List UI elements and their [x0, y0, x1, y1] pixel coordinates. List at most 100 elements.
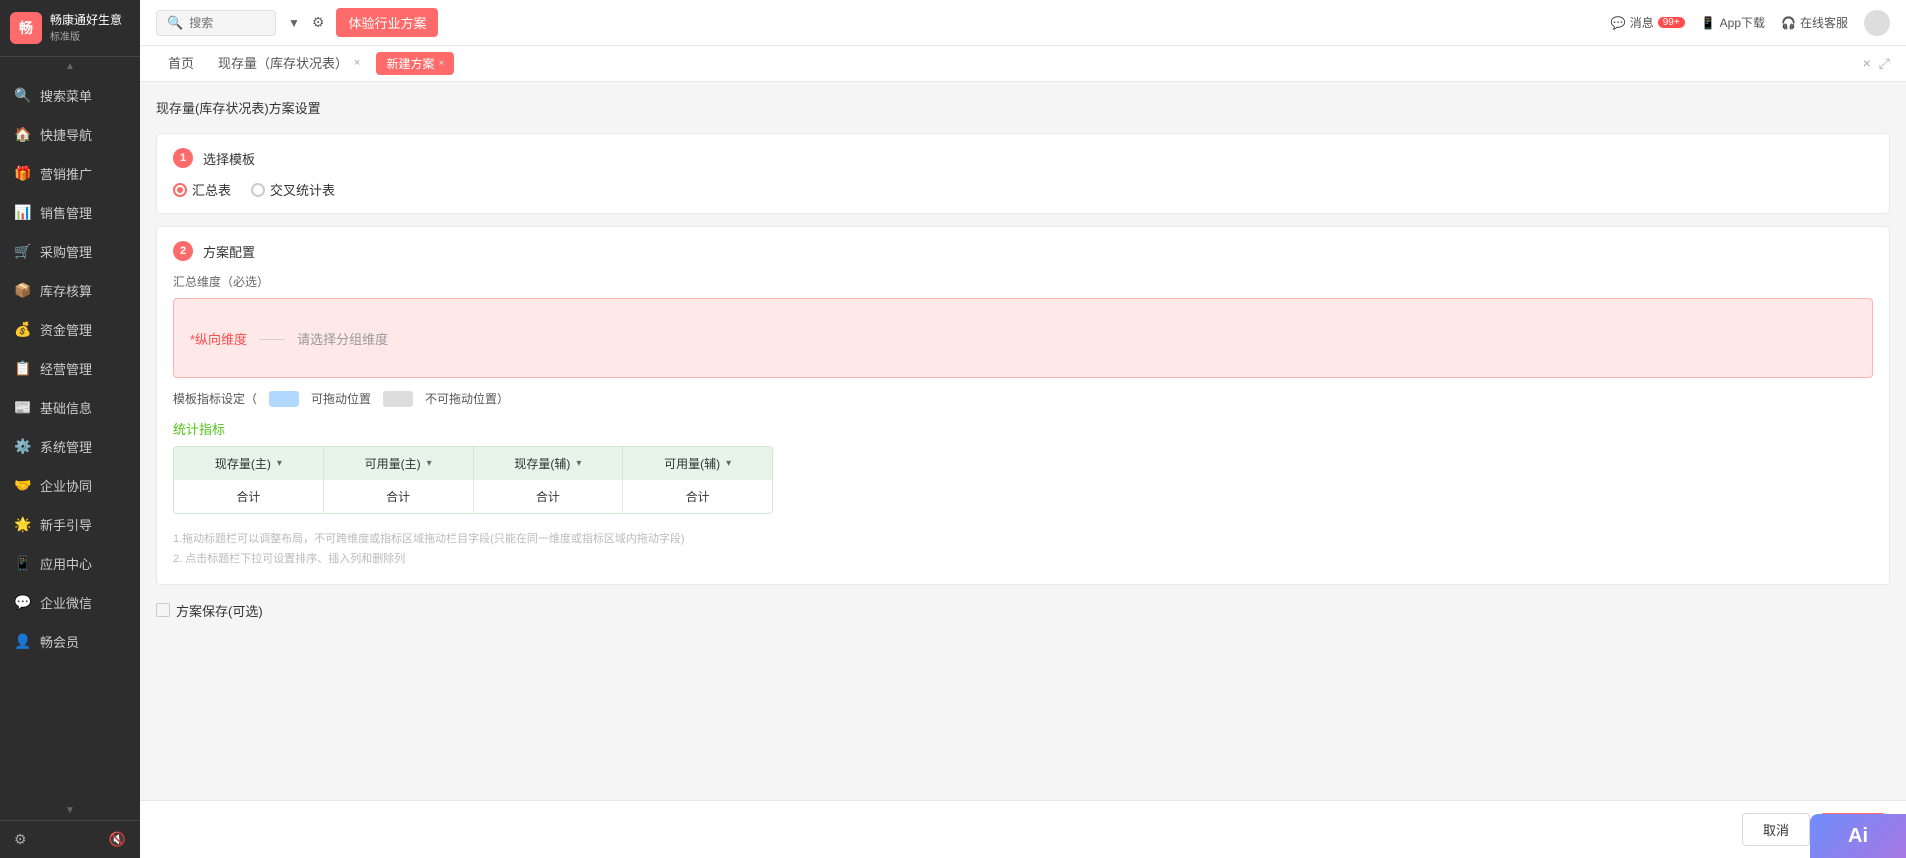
- sound-icon[interactable]: 🔇: [109, 831, 126, 848]
- stats-section-label: 统计指标: [173, 419, 1873, 438]
- save-checkbox[interactable]: [156, 603, 170, 617]
- tab-home[interactable]: 首页: [156, 47, 206, 80]
- radio-summary-table[interactable]: 汇总表: [173, 180, 231, 199]
- tip-1: 1.拖动标题栏可以调整布局，不可跨维度或指标区域拖动栏目字段(只能在同一维度或指…: [173, 530, 1873, 550]
- stats-header-cell-2[interactable]: 现存量(辅) ▾: [474, 447, 624, 480]
- tab-inventory-close-icon[interactable]: ×: [354, 57, 360, 69]
- search-box[interactable]: 🔍: [156, 10, 276, 36]
- step2-title: 方案配置: [203, 242, 255, 261]
- logo-text: 畅康通好生意 标准版: [50, 13, 122, 44]
- app-download-button[interactable]: 📱 App下载: [1701, 14, 1765, 31]
- radio-cross-circle: [251, 183, 265, 197]
- stats-header-cell-3[interactable]: 可用量(辅) ▾: [623, 447, 772, 480]
- money-icon: 💰: [14, 321, 32, 339]
- cart-icon: 🛒: [14, 243, 32, 261]
- search-input[interactable]: [189, 16, 269, 30]
- tab-bar: 首页 现存量（库存状况表） × 新建方案 × × ⤢: [140, 46, 1906, 82]
- draggable-label: 可拖动位置: [311, 390, 371, 407]
- save-option-row: 方案保存(可选): [156, 601, 1890, 620]
- main-content: 🔍 ▼ ⚙ 体验行业方案 💬 消息 99+ 📱 App下载 🎧 在线客服: [140, 0, 1906, 858]
- sidebar-item-wechat[interactable]: 💬 企业微信: [0, 583, 140, 622]
- step1-badge: 1: [173, 148, 193, 168]
- sidebar-nav: 🔍 搜索菜单 🏠 快捷导航 🎁 营销推广 📊 销售管理 🛒 采购管理 📦 库存核…: [0, 76, 140, 801]
- step1-section: 1 选择模板 汇总表 交叉统计表: [156, 133, 1890, 214]
- download-icon: 📱: [1701, 16, 1716, 30]
- save-option-label: 方案保存(可选): [176, 601, 263, 620]
- draggable-indicator: [269, 391, 299, 407]
- stats-body-cell-2: 合计: [474, 480, 624, 513]
- tab-new-plan-close-icon[interactable]: ×: [438, 58, 444, 69]
- summary-dimension-label: 汇总维度（必选）: [173, 273, 1873, 290]
- step2-badge: 2: [173, 241, 193, 261]
- search-menu-icon: 🔍: [14, 87, 32, 105]
- sidebar-item-finance[interactable]: 💰 资金管理: [0, 310, 140, 349]
- dimension-separator: ——: [259, 331, 285, 346]
- message-icon: 💬: [1611, 16, 1626, 30]
- topbar: 🔍 ▼ ⚙ 体验行业方案 💬 消息 99+ 📱 App下载 🎧 在线客服: [140, 0, 1906, 46]
- radio-cross-table[interactable]: 交叉统计表: [251, 180, 335, 199]
- step1-title: 选择模板: [203, 149, 255, 168]
- industry-plan-button[interactable]: 体验行业方案: [336, 8, 438, 37]
- tab-new-plan[interactable]: 新建方案 ×: [376, 52, 454, 75]
- dimension-box[interactable]: *纵向维度 —— 请选择分组维度: [173, 298, 1873, 378]
- sidebar: 畅 畅康通好生意 标准版 ▲ 🔍 搜索菜单 🏠 快捷导航 🎁 营销推广 📊 销售…: [0, 0, 140, 858]
- sidebar-scroll-up[interactable]: ▲: [0, 57, 140, 76]
- sidebar-item-cooperation[interactable]: 🤝 企业协同: [0, 466, 140, 505]
- gift-icon: 🎁: [14, 165, 32, 183]
- close-main-icon[interactable]: ×: [1863, 55, 1871, 72]
- sidebar-item-purchase[interactable]: 🛒 采购管理: [0, 232, 140, 271]
- tip-2: 2. 点击标题栏下拉可设置排序、插入列和删除列: [173, 550, 1873, 570]
- sidebar-item-operation[interactable]: 📋 经营管理: [0, 349, 140, 388]
- sidebar-bottom: ⚙ 🔇: [0, 820, 140, 858]
- sidebar-item-search-menu[interactable]: 🔍 搜索菜单: [0, 76, 140, 115]
- stats-body-cell-1: 合计: [324, 480, 474, 513]
- sidebar-item-sales[interactable]: 📊 销售管理: [0, 193, 140, 232]
- radio-summary-circle: [173, 183, 187, 197]
- chevron-down-icon-3[interactable]: ▾: [726, 458, 731, 469]
- handshake-icon: 🤝: [14, 477, 32, 495]
- stats-body-cell-0: 合计: [174, 480, 324, 513]
- sidebar-item-marketing[interactable]: 🎁 营销推广: [0, 154, 140, 193]
- online-service-button[interactable]: 🎧 在线客服: [1781, 14, 1848, 31]
- user-avatar[interactable]: [1864, 10, 1890, 36]
- sidebar-item-inventory[interactable]: 📦 库存核算: [0, 271, 140, 310]
- message-button[interactable]: 💬 消息 99+: [1611, 14, 1685, 31]
- sidebar-item-quick-nav[interactable]: 🏠 快捷导航: [0, 115, 140, 154]
- sidebar-item-member[interactable]: 👤 畅会员: [0, 622, 140, 661]
- fullscreen-icon[interactable]: ⤢: [1879, 55, 1890, 72]
- tips-section: 1.拖动标题栏可以调整布局，不可跨维度或指标区域拖动栏目字段(只能在同一维度或指…: [173, 530, 1873, 570]
- sidebar-item-system[interactable]: ⚙️ 系统管理: [0, 427, 140, 466]
- step2-section: 2 方案配置 汇总维度（必选） *纵向维度 —— 请选择分组维度 模板指标设定（…: [156, 226, 1890, 585]
- stats-body-cell-3: 合计: [623, 480, 772, 513]
- tab-inventory[interactable]: 现存量（库存状况表） ×: [206, 47, 372, 80]
- step2-header: 2 方案配置: [173, 241, 1873, 261]
- user-icon: 👤: [14, 633, 32, 651]
- home-icon: 🏠: [14, 126, 32, 144]
- sidebar-scroll-down[interactable]: ▼: [0, 801, 140, 820]
- stats-header-cell-1[interactable]: 可用量(主) ▾: [324, 447, 474, 480]
- stats-table-header: 现存量(主) ▾ 可用量(主) ▾ 现存量(辅) ▾ 可用量(辅) ▾: [174, 447, 772, 480]
- topbar-gear-icon[interactable]: ⚙: [312, 14, 325, 31]
- chevron-down-icon-0[interactable]: ▾: [277, 458, 282, 469]
- sidebar-item-guide[interactable]: 🌟 新手引导: [0, 505, 140, 544]
- search-icon: 🔍: [167, 15, 183, 31]
- logo-icon: 畅: [10, 12, 42, 44]
- clipboard-icon: 📋: [14, 360, 32, 378]
- non-draggable-label: 不可拖动位置）: [425, 390, 509, 407]
- star-icon: 🌟: [14, 516, 32, 534]
- chat-icon: 💬: [14, 594, 32, 612]
- chart-icon: 📊: [14, 204, 32, 222]
- dimension-placeholder: 请选择分组维度: [297, 329, 388, 348]
- non-draggable-indicator: [383, 391, 413, 407]
- stats-header-cell-0[interactable]: 现存量(主) ▾: [174, 447, 324, 480]
- page-title: 现存量(库存状况表)方案设置: [156, 98, 1890, 117]
- settings-icon[interactable]: ⚙: [14, 831, 27, 848]
- chevron-down-icon-1[interactable]: ▾: [427, 458, 432, 469]
- sidebar-item-app-center[interactable]: 📱 应用中心: [0, 544, 140, 583]
- ai-badge[interactable]: Ai: [1810, 814, 1906, 858]
- chevron-down-icon-2[interactable]: ▾: [576, 458, 581, 469]
- cancel-button[interactable]: 取消: [1742, 813, 1810, 846]
- template-radio-group: 汇总表 交叉统计表: [173, 180, 1873, 199]
- sidebar-item-basic-info[interactable]: 📰 基础信息: [0, 388, 140, 427]
- dropdown-chevron-icon[interactable]: ▼: [288, 16, 300, 30]
